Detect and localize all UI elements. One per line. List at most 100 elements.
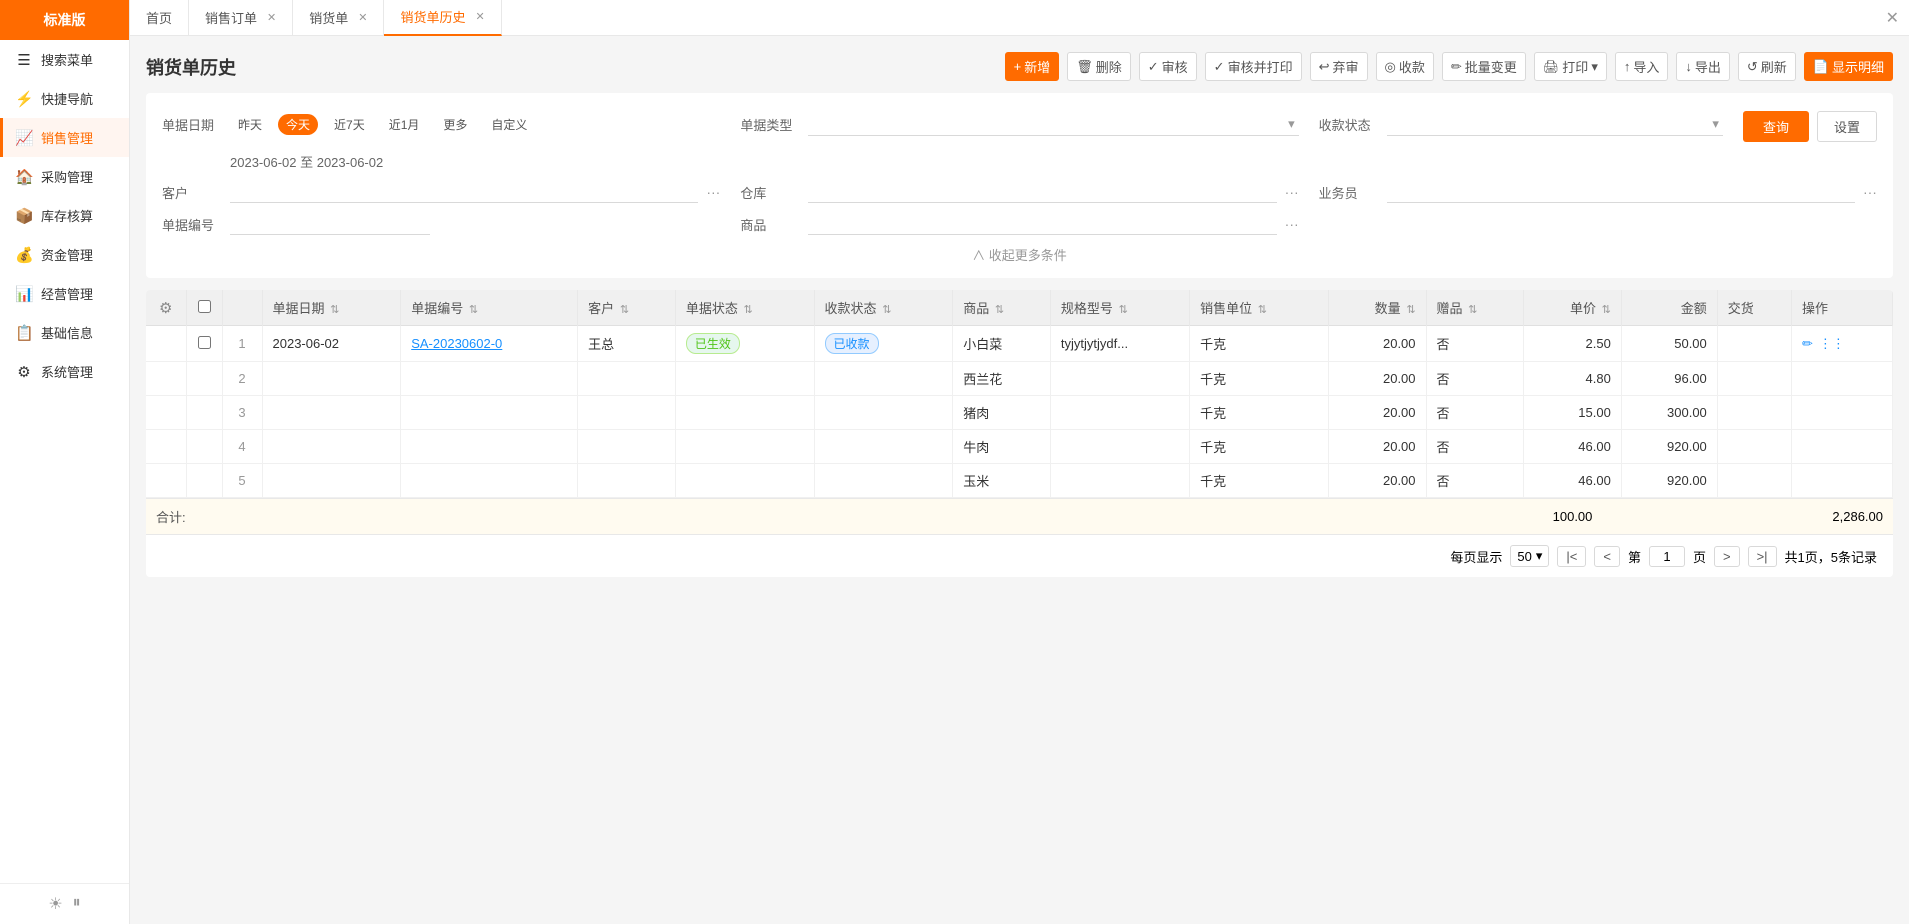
sidebar-item-search-menu[interactable]: ☰ 搜索菜单 [0, 40, 129, 79]
warehouse-input[interactable] [808, 181, 1276, 203]
sidebar-pause-icon[interactable]: ⏸ [73, 894, 81, 914]
sidebar-item-sales-mgmt[interactable]: 📈 销售管理 [0, 118, 129, 157]
doc-no-input[interactable] [230, 213, 430, 235]
col-customer-sort-icon[interactable]: ⇅ [620, 304, 629, 316]
col-operation-label: 操作 [1802, 301, 1828, 316]
col-collect-status-sort-icon[interactable]: ⇅ [882, 304, 891, 316]
first-page-button[interactable]: |< [1557, 546, 1586, 567]
cell-quantity: 20.00 [1328, 362, 1426, 396]
col-spec-header: 规格型号 ⇅ [1050, 290, 1189, 326]
next-page-button[interactable]: > [1714, 546, 1740, 567]
goods-input[interactable] [808, 213, 1276, 235]
sidebar-item-label: 资金管理 [41, 245, 93, 264]
tab-sales-history-close[interactable]: ✕ [476, 10, 485, 23]
filter-collect-status: 收款状态 ▾ 查询 设置 [1319, 107, 1877, 142]
col-sales-unit-sort-icon[interactable]: ⇅ [1258, 304, 1267, 316]
batch-change-button[interactable]: ✏ 批量变更 [1442, 52, 1526, 81]
date-tag-7days[interactable]: 近7天 [326, 114, 373, 135]
more-ops-icon[interactable]: ⋮⋮ [1819, 336, 1845, 351]
sidebar-item-inventory[interactable]: 📦 库存核算 [0, 196, 129, 235]
salesperson-input[interactable] [1387, 181, 1855, 203]
select-all-checkbox[interactable] [198, 300, 211, 313]
goods-more-icon[interactable]: ··· [1285, 216, 1299, 232]
tab-bar-close-all[interactable]: ✕ [1886, 8, 1909, 28]
date-tag-custom[interactable]: 自定义 [483, 114, 535, 135]
refresh-button[interactable]: ↺ 刷新 [1738, 52, 1796, 81]
sidebar-collapse-icon[interactable]: ☀ [48, 894, 62, 914]
delete-button[interactable]: 🗑 删除 [1067, 52, 1131, 81]
row-checkbox[interactable] [198, 336, 211, 349]
sidebar-item-sys-mgmt[interactable]: ⚙ 系统管理 [0, 352, 129, 391]
col-doc-status-label: 单据状态 [686, 301, 738, 316]
audit-button[interactable]: ✓ 审核 [1139, 52, 1197, 81]
salesperson-more-icon[interactable]: ··· [1863, 184, 1877, 200]
last-page-button[interactable]: >| [1748, 546, 1777, 567]
page-size-label: 每页显示 [1450, 547, 1502, 566]
cell-doc-date [262, 362, 401, 396]
tab-sales-delivery[interactable]: 销货单 ✕ [293, 0, 384, 36]
collect-button[interactable]: ◎ 收款 [1376, 52, 1434, 81]
col-unit-price-sort-icon[interactable]: ⇅ [1602, 304, 1611, 316]
doc-type-select[interactable]: ▾ [808, 113, 1298, 136]
col-doc-no-sort-icon[interactable]: ⇅ [469, 304, 478, 316]
sidebar-item-basic-info[interactable]: 📋 基础信息 [0, 313, 129, 352]
collapse-conditions[interactable]: ∧ 收起更多条件 [162, 245, 1877, 264]
doc-no-link[interactable]: SA-20230602-0 [411, 336, 502, 351]
col-spec-sort-icon[interactable]: ⇅ [1119, 304, 1128, 316]
cell-row-no: 2 [222, 362, 262, 396]
cell-settings [146, 464, 186, 498]
doc-status-badge: 已生效 [686, 333, 740, 354]
customer-input[interactable] [230, 181, 698, 203]
date-tag-more[interactable]: 更多 [435, 114, 475, 135]
cell-row-no: 4 [222, 430, 262, 464]
collect-status-select[interactable]: ▾ [1387, 113, 1723, 136]
sidebar-item-finance-mgmt[interactable]: 💰 资金管理 [0, 235, 129, 274]
col-customer-header: 客户 ⇅ [578, 290, 676, 326]
table-body: 1 2023-06-02 SA-20230602-0 王总 已生效 已收款 小白… [146, 326, 1893, 498]
col-gift-sort-icon[interactable]: ⇅ [1468, 304, 1477, 316]
col-goods-sort-icon[interactable]: ⇅ [995, 304, 1004, 316]
tab-home[interactable]: 首页 [130, 0, 189, 36]
cell-spec [1050, 430, 1189, 464]
warehouse-more-icon[interactable]: ··· [1285, 184, 1299, 200]
col-doc-date-sort-icon[interactable]: ⇅ [330, 304, 339, 316]
tab-sales-order[interactable]: 销售订单 ✕ [189, 0, 293, 36]
audit-print-button[interactable]: ✓ 审核并打印 [1205, 52, 1302, 81]
sidebar-item-quick-nav[interactable]: ⚡ 快捷导航 [0, 79, 129, 118]
date-tag-1month[interactable]: 近1月 [381, 114, 428, 135]
customer-more-icon[interactable]: ··· [706, 184, 720, 200]
doc-type-label: 单据类型 [740, 115, 800, 134]
new-button[interactable]: + 新增 [1005, 52, 1060, 81]
tab-sales-history[interactable]: 销货单历史 ✕ [384, 0, 501, 36]
cell-row-no: 1 [222, 326, 262, 362]
date-tag-yesterday[interactable]: 昨天 [230, 114, 270, 135]
inventory-icon: 📦 [15, 207, 33, 225]
cell-doc-no [401, 362, 578, 396]
show-detail-button[interactable]: 📄 显示明细 [1804, 52, 1893, 81]
page-input[interactable] [1649, 546, 1685, 567]
settings-button[interactable]: 设置 [1817, 111, 1877, 142]
query-button[interactable]: 查询 [1743, 111, 1809, 142]
prev-page-button[interactable]: < [1594, 546, 1620, 567]
page-size-select[interactable]: 50 ▾ [1510, 545, 1549, 567]
sidebar-item-ops-mgmt[interactable]: 📊 经营管理 [0, 274, 129, 313]
page-size-value: 50 [1517, 549, 1531, 564]
page-header: 销货单历史 + 新增 🗑 删除 ✓ 审核 ✓ 审核并打印 [146, 52, 1893, 81]
edit-icon[interactable]: ✏ [1802, 336, 1813, 351]
import-button[interactable]: ↑ 导入 [1615, 52, 1669, 81]
sidebar-item-label: 采购管理 [41, 167, 93, 186]
tab-sales-order-close[interactable]: ✕ [267, 11, 276, 24]
cell-checkbox [186, 326, 222, 362]
sidebar-item-purchase-mgmt[interactable]: 🏠 采购管理 [0, 157, 129, 196]
filter-warehouse: 仓库 ··· [740, 181, 1298, 203]
print-button[interactable]: 🖨 打印 ▾ [1534, 52, 1607, 81]
date-tag-today[interactable]: 今天 [278, 114, 318, 135]
cell-unit-price: 15.00 [1524, 396, 1622, 430]
discard-button[interactable]: ↩ 弃审 [1310, 52, 1368, 81]
tab-sales-delivery-close[interactable]: ✕ [358, 11, 367, 24]
export-button[interactable]: ↓ 导出 [1676, 52, 1730, 81]
col-quantity-sort-icon[interactable]: ⇅ [1406, 304, 1415, 316]
col-settings-icon[interactable]: ⚙ [159, 300, 172, 317]
cell-checkbox [186, 362, 222, 396]
col-doc-status-sort-icon[interactable]: ⇅ [743, 304, 752, 316]
